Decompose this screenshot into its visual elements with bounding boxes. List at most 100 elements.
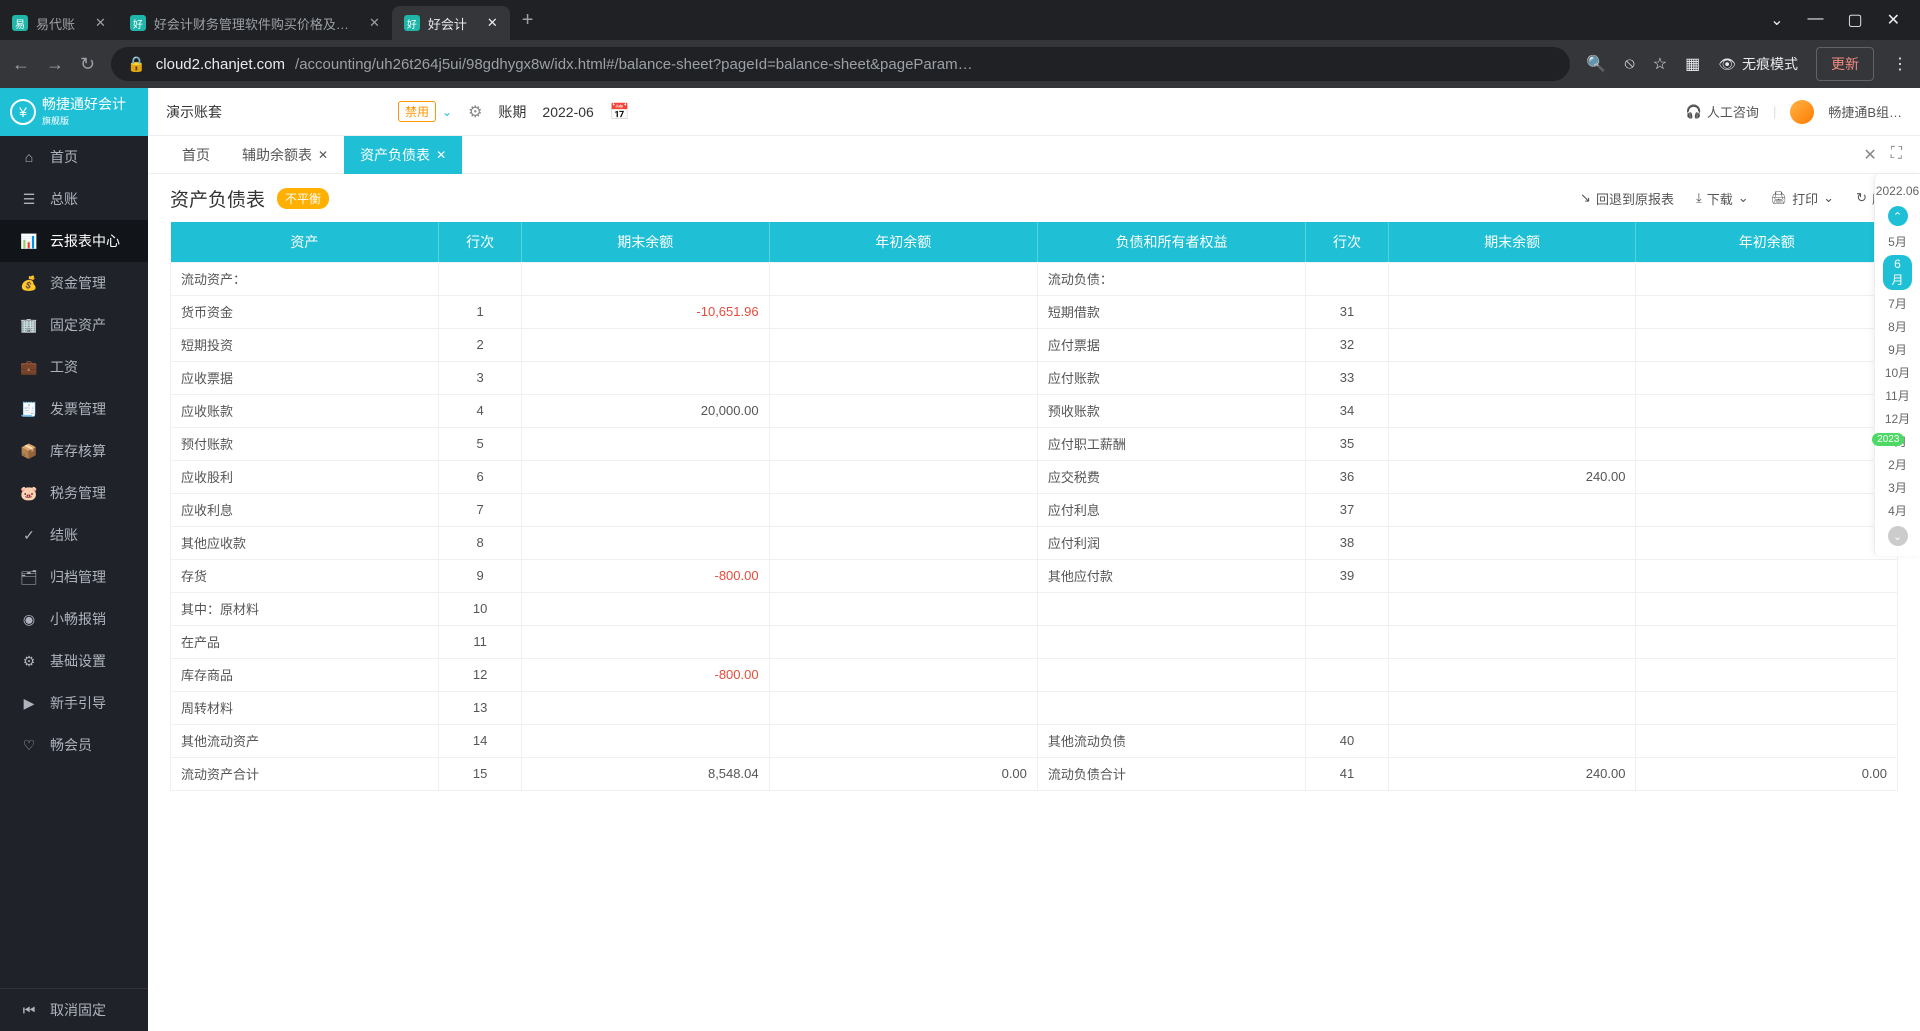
cell-liab[interactable]: 预收账款 <box>1037 394 1305 427</box>
cell-end[interactable] <box>521 691 769 724</box>
gear-icon[interactable]: ⚙ <box>468 102 482 122</box>
cell-end[interactable]: -800.00 <box>521 559 769 592</box>
month-item[interactable]: 8月 <box>1885 315 1910 338</box>
cell-asset[interactable]: 库存商品 <box>171 658 439 691</box>
cell-begin[interactable] <box>769 526 1037 559</box>
month-active[interactable]: 6月 <box>1883 255 1912 290</box>
cell-liab[interactable]: 应交税费 <box>1037 460 1305 493</box>
cell-end2[interactable] <box>1388 394 1636 427</box>
cell-asset[interactable]: 流动资产合计 <box>171 757 439 790</box>
close-icon[interactable]: ✕ <box>369 15 380 31</box>
cell-end2[interactable] <box>1388 658 1636 691</box>
month-item[interactable]: 11月 <box>1885 384 1910 407</box>
close-icon[interactable]: ✕ <box>1863 145 1876 165</box>
cell-asset[interactable]: 在产品 <box>171 625 439 658</box>
cell-liab[interactable]: 应付职工薪酬 <box>1037 427 1305 460</box>
cell-begin2[interactable] <box>1636 526 1898 559</box>
cell-end[interactable] <box>521 460 769 493</box>
cell-begin2[interactable] <box>1636 328 1898 361</box>
cell-end2[interactable]: 240.00 <box>1388 460 1636 493</box>
app-tab-0[interactable]: 首页 <box>166 136 226 174</box>
cell-begin2[interactable] <box>1636 592 1898 625</box>
cell-end[interactable] <box>521 262 769 295</box>
calendar-icon[interactable]: 📅 <box>610 102 630 122</box>
cell-begin2[interactable] <box>1636 262 1898 295</box>
cell-end[interactable] <box>521 625 769 658</box>
sidebar-item-14[interactable]: ♡畅会员 <box>0 724 148 766</box>
cell-end[interactable]: 20,000.00 <box>521 394 769 427</box>
menu-icon[interactable]: ⋮ <box>1892 54 1908 74</box>
cell-begin2[interactable] <box>1636 295 1898 328</box>
cell-asset[interactable]: 应收股利 <box>171 460 439 493</box>
sidebar-item-9[interactable]: ✓结账 <box>0 514 148 556</box>
cell-begin[interactable] <box>769 658 1037 691</box>
close-icon[interactable]: ✕ <box>487 15 498 31</box>
forbid-badge[interactable]: 禁用 <box>398 101 436 122</box>
month-item[interactable]: 10月 <box>1885 361 1910 384</box>
cell-liab[interactable]: 流动负债： <box>1037 262 1305 295</box>
cell-asset[interactable]: 其他应收款 <box>171 526 439 559</box>
sidebar-item-5[interactable]: 💼工资 <box>0 346 148 388</box>
cell-begin2[interactable] <box>1636 493 1898 526</box>
sidebar-item-4[interactable]: 🏢固定资产 <box>0 304 148 346</box>
back-icon[interactable]: ← <box>12 54 30 75</box>
download-button[interactable]: ⤓下载⌄ <box>1696 189 1749 208</box>
print-button[interactable]: 🖨打印⌄ <box>1771 189 1834 208</box>
cell-begin2[interactable] <box>1636 724 1898 757</box>
cell-end[interactable] <box>521 493 769 526</box>
update-button[interactable]: 更新 <box>1816 47 1874 81</box>
browser-tab-2[interactable]: 好 好会计财务管理软件购买价格及… ✕ <box>118 6 392 40</box>
new-tab-button[interactable]: + <box>510 9 546 32</box>
cell-asset[interactable]: 应收票据 <box>171 361 439 394</box>
user-name[interactable]: 畅捷通B组… <box>1828 102 1902 121</box>
support-link[interactable]: 🎧 人工咨询 <box>1686 102 1759 121</box>
sidebar-item-11[interactable]: ◉小畅报销 <box>0 598 148 640</box>
cell-end2[interactable] <box>1388 295 1636 328</box>
cell-end2[interactable] <box>1388 493 1636 526</box>
sidebar-item-1[interactable]: ☰总账 <box>0 178 148 220</box>
cell-asset[interactable]: 短期投资 <box>171 328 439 361</box>
cell-end[interactable] <box>521 592 769 625</box>
cell-liab[interactable] <box>1037 691 1305 724</box>
cell-begin[interactable] <box>769 427 1037 460</box>
cell-begin[interactable] <box>769 361 1037 394</box>
month-item[interactable]: 12月 <box>1885 407 1910 430</box>
cell-begin2[interactable] <box>1636 625 1898 658</box>
cell-begin2[interactable]: 0.00 <box>1636 757 1898 790</box>
cell-end[interactable]: 8,548.04 <box>521 757 769 790</box>
cell-asset[interactable]: 预付账款 <box>171 427 439 460</box>
cell-asset[interactable]: 货币资金 <box>171 295 439 328</box>
cell-asset[interactable]: 其中：原材料 <box>171 592 439 625</box>
cell-liab[interactable]: 其他应付款 <box>1037 559 1305 592</box>
cell-begin[interactable] <box>769 592 1037 625</box>
cell-end[interactable]: -10,651.96 <box>521 295 769 328</box>
cell-begin2[interactable] <box>1636 427 1898 460</box>
extensions-icon[interactable]: ▦ <box>1685 54 1700 74</box>
cell-end2[interactable]: 240.00 <box>1388 757 1636 790</box>
search-icon[interactable]: 🔍 <box>1586 54 1606 74</box>
cell-begin[interactable] <box>769 493 1037 526</box>
cell-liab[interactable] <box>1037 658 1305 691</box>
sidebar-item-12[interactable]: ⚙基础设置 <box>0 640 148 682</box>
month-item[interactable]: 7月 <box>1885 292 1910 315</box>
chevron-down-icon[interactable]: ⌄ <box>442 105 452 119</box>
sidebar-item-8[interactable]: 🐷税务管理 <box>0 472 148 514</box>
month-item[interactable]: 5月 <box>1888 230 1907 253</box>
sidebar-item-10[interactable]: 🗂归档管理 <box>0 556 148 598</box>
cell-begin2[interactable] <box>1636 691 1898 724</box>
cell-liab[interactable]: 应付利息 <box>1037 493 1305 526</box>
scroll-up-icon[interactable]: ⌃ <box>1888 206 1908 226</box>
restore-icon[interactable]: ▢ <box>1847 10 1862 30</box>
cell-end[interactable] <box>521 427 769 460</box>
cell-end[interactable]: -800.00 <box>521 658 769 691</box>
cell-end[interactable] <box>521 526 769 559</box>
cell-end2[interactable] <box>1388 328 1636 361</box>
star-icon[interactable]: ☆ <box>1653 54 1667 74</box>
cell-begin[interactable] <box>769 394 1037 427</box>
cell-end2[interactable] <box>1388 526 1636 559</box>
cell-begin[interactable]: 0.00 <box>769 757 1037 790</box>
cell-end[interactable] <box>521 724 769 757</box>
close-icon[interactable]: ✕ <box>318 148 328 162</box>
cell-end2[interactable] <box>1388 691 1636 724</box>
cell-end2[interactable] <box>1388 361 1636 394</box>
